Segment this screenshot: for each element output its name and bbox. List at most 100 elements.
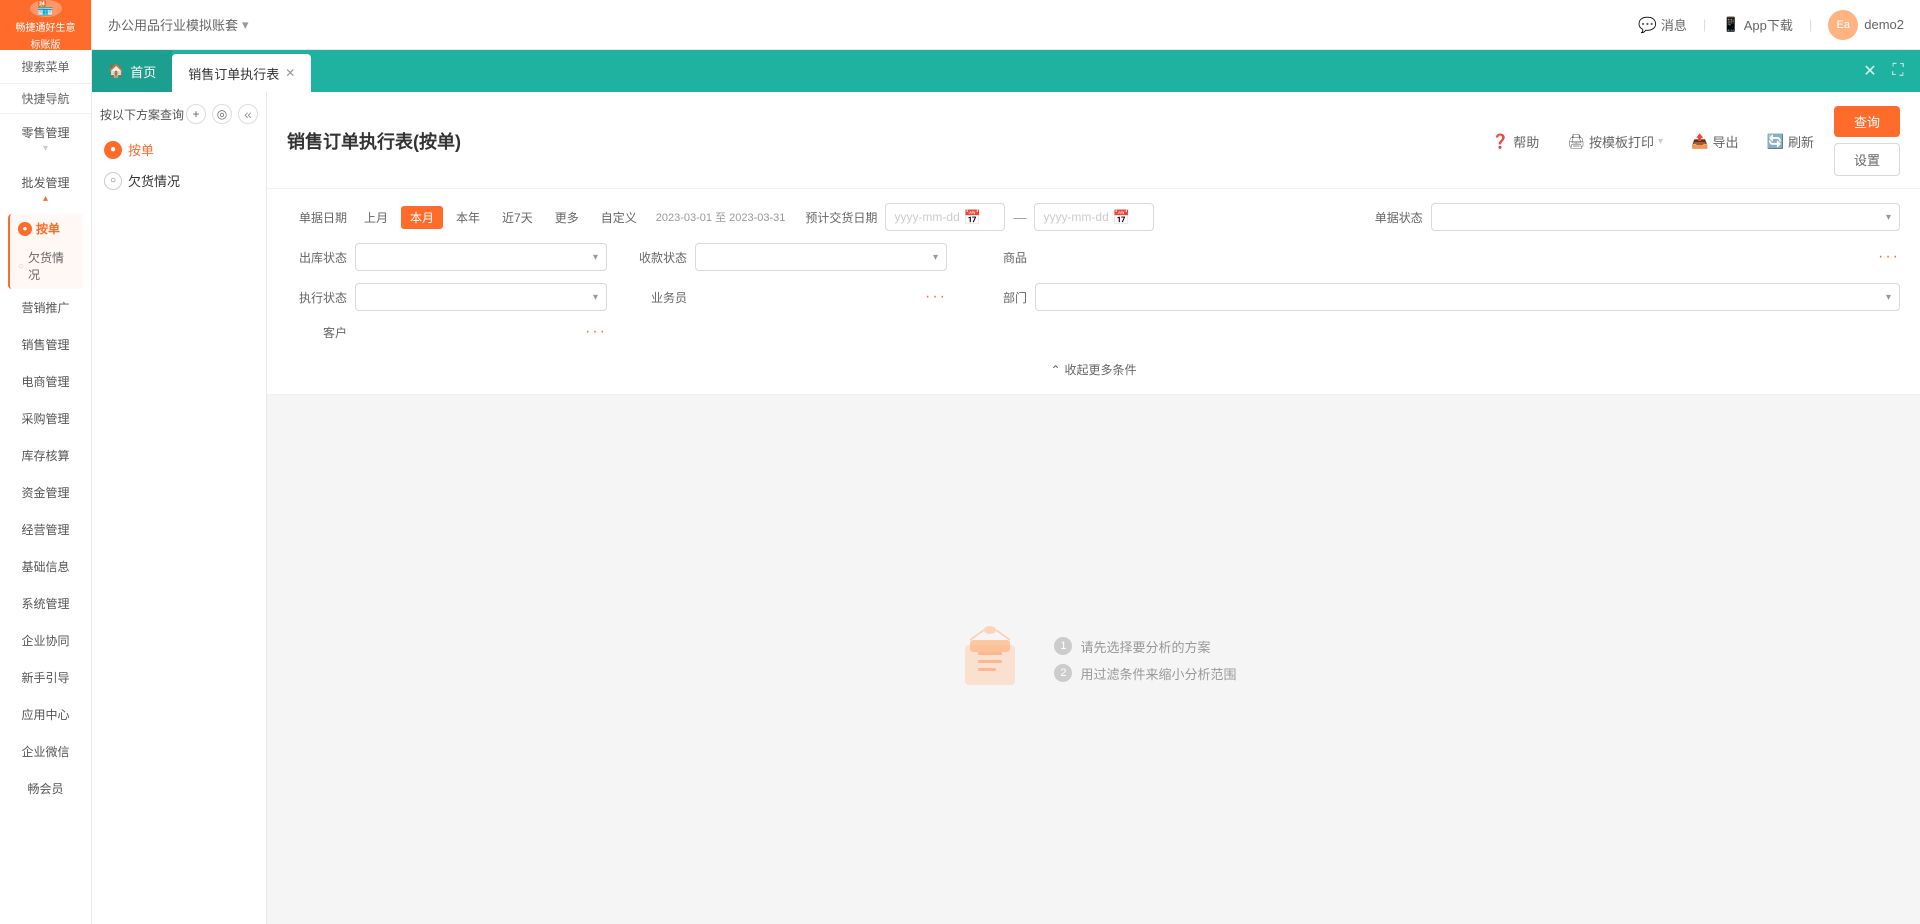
sub-item-order-icon: ● <box>18 222 32 236</box>
sidebar-item-appstore[interactable]: 应用中心 <box>0 696 91 733</box>
tab-sales-order[interactable]: 销售订单执行表 ✕ <box>172 54 311 92</box>
tab-close-button[interactable]: ✕ <box>285 66 295 80</box>
sidebar-item-sales[interactable]: 销售管理 <box>0 326 91 363</box>
wholesale-arrow: ▴ <box>43 193 48 204</box>
receipt-select[interactable]: ▾ <box>695 243 947 271</box>
sidebar-search[interactable]: 搜索菜单 <box>0 50 91 84</box>
sidebar-item-inventory[interactable]: 库存核算 <box>0 437 91 474</box>
tab-home[interactable]: 🏠 首页 <box>92 50 172 92</box>
filter-scheme-debt[interactable]: ○ 欠货情况 <box>100 165 258 196</box>
sub-item-debt[interactable]: ○ 欠货情况 <box>10 243 83 289</box>
status-select[interactable]: ▾ <box>1431 203 1900 231</box>
search-area: 单据日期 上月 本月 本年 近7天 更多 自定义 2023- <box>267 189 1920 395</box>
sidebar-quick-nav[interactable]: 快捷导航 <box>0 84 91 114</box>
date-tab-current-month[interactable]: 本月 <box>401 206 443 229</box>
ship-status-control: ▾ <box>355 243 607 271</box>
sidebar: 🏪 畅捷通好生意 标账版 搜索菜单 快捷导航 零售管理 ▾ 批发管理 ▴ ● 按… <box>0 0 92 924</box>
collapse-arrow: ⌃ <box>1050 363 1060 377</box>
sidebar-item-ecommerce[interactable]: 电商管理 <box>0 363 91 400</box>
sidebar-item-newbie[interactable]: 新手引导 <box>0 659 91 696</box>
expected-date-end[interactable]: yyyy-mm-dd 📅 <box>1034 203 1154 231</box>
filter-copy-button[interactable]: ◎ <box>212 104 232 124</box>
topbar-chevron[interactable]: ▾ <box>242 17 249 33</box>
date-tab-current-year[interactable]: 本年 <box>447 206 489 229</box>
logo-icon: 🏪 <box>30 0 62 17</box>
filter-collapse-button[interactable]: « <box>238 104 258 124</box>
sidebar-item-wechat[interactable]: 企业微信 <box>0 733 91 770</box>
topbar-user[interactable]: Ea demo2 <box>1828 10 1904 40</box>
sidebar-item-marketing[interactable]: 营销推广 <box>0 289 91 326</box>
sub-item-order[interactable]: ● 按单 <box>10 214 83 243</box>
exec-select[interactable]: ▾ <box>355 283 607 311</box>
print-button[interactable]: 🖨 按模板打印 ▾ <box>1559 128 1671 155</box>
topbar: 办公用品行业模拟账套 ▾ 💬 消息 | 📱 App下载 | Ea demo2 <box>92 0 1920 50</box>
exec-control: ▾ <box>355 283 607 311</box>
calendar-icon-1: 📅 <box>964 209 981 226</box>
data-area: 1 请先选择要分析的方案 2 用过滤条件来缩小分析范围 <box>267 395 1920 924</box>
expected-date-label: 预计交货日期 <box>805 209 877 226</box>
empty-tip-2: 2 用过滤条件来缩小分析范围 <box>1054 664 1236 683</box>
date-dash: — <box>1013 210 1026 225</box>
main-content: 办公用品行业模拟账套 ▾ 💬 消息 | 📱 App下载 | Ea demo2 <box>92 0 1920 924</box>
export-button[interactable]: 📤 导出 <box>1683 128 1746 155</box>
customer-more-btn[interactable]: ··· <box>585 323 607 341</box>
date-tab-more[interactable]: 更多 <box>546 206 588 229</box>
export-icon: 📤 <box>1691 133 1708 150</box>
page-header-actions: ❓ 帮助 🖨 按模板打印 ▾ 📤 导出 🔄 刷新 <box>1484 106 1900 176</box>
filter-scheme-order[interactable]: ● 按单 <box>100 134 258 165</box>
filter-add-button[interactable]: + <box>186 104 206 124</box>
sidebar-item-basic[interactable]: 基础信息 <box>0 548 91 585</box>
window-maximize-button[interactable]: ⛶ <box>1888 61 1908 81</box>
customer-label: 客户 <box>287 324 347 341</box>
retail-arrow: ▾ <box>43 143 48 154</box>
empty-state: 1 请先选择要分析的方案 2 用过滤条件来缩小分析范围 <box>950 620 1236 700</box>
sidebar-item-retail[interactable]: 零售管理 ▾ <box>0 114 91 164</box>
filter-panel-title: 按以下方案查询 <box>100 106 184 123</box>
date-placeholder-2: yyyy-mm-dd <box>1043 210 1108 224</box>
topbar-actions: 💬 消息 | 📱 App下载 | Ea demo2 <box>1638 10 1904 40</box>
topbar-app-download[interactable]: 📱 App下载 <box>1722 15 1793 34</box>
date-range-text: 2023-03-01 至 2023-03-31 <box>656 209 786 225</box>
filter-panel-actions: + ◎ « <box>186 104 258 124</box>
sidebar-item-system[interactable]: 系统管理 <box>0 585 91 622</box>
app-icon: 📱 <box>1722 16 1739 33</box>
exec-arrow: ▾ <box>593 292 598 303</box>
dept-label: 部门 <box>967 289 1027 306</box>
ship-status-select[interactable]: ▾ <box>355 243 607 271</box>
window-close-button[interactable]: ✕ <box>1860 61 1880 81</box>
goods-more-btn[interactable]: ··· <box>1878 248 1900 266</box>
topbar-message[interactable]: 💬 消息 <box>1638 15 1687 34</box>
search-row-3: 执行状态 ▾ 业务员 ··· <box>287 283 1900 311</box>
date-tab-custom[interactable]: 自定义 <box>592 206 646 229</box>
date-placeholder-1: yyyy-mm-dd <box>894 210 959 224</box>
tip-num-1: 1 <box>1054 637 1072 655</box>
status-select-arrow: ▾ <box>1886 212 1891 223</box>
date-tab-last-month[interactable]: 上月 <box>355 206 397 229</box>
expected-date-start[interactable]: yyyy-mm-dd 📅 <box>885 203 1005 231</box>
sidebar-item-operation[interactable]: 经营管理 <box>0 511 91 548</box>
topbar-title: 办公用品行业模拟账套 ▾ <box>108 15 249 34</box>
logo: 🏪 畅捷通好生意 标账版 <box>0 0 91 50</box>
settings-button[interactable]: 设置 <box>1834 143 1900 176</box>
sidebar-item-wholesale[interactable]: 批发管理 ▴ <box>0 164 91 214</box>
refresh-button[interactable]: 🔄 刷新 <box>1759 128 1822 155</box>
empty-tips: 1 请先选择要分析的方案 2 用过滤条件来缩小分析范围 <box>1054 637 1236 683</box>
tabbar: 🏠 首页 销售订单执行表 ✕ ✕ ⛶ <box>92 50 1920 92</box>
sidebar-item-finance[interactable]: 资金管理 <box>0 474 91 511</box>
salesman-more-btn[interactable]: ··· <box>925 288 947 306</box>
sidebar-item-enterprise[interactable]: 企业协同 <box>0 622 91 659</box>
wholesale-sub-items: ● 按单 ○ 欠货情况 <box>8 214 83 289</box>
sidebar-item-member[interactable]: 畅会员 <box>0 770 91 807</box>
field-receipt-status: 收款状态 ▾ <box>627 243 947 271</box>
page-content: 按以下方案查询 + ◎ « ● 按单 ○ 欠货情况 销售订单执行表(按单) <box>92 92 1920 924</box>
sidebar-item-purchase[interactable]: 采购管理 <box>0 400 91 437</box>
dept-select[interactable]: ▾ <box>1035 283 1900 311</box>
query-action-btns: 查询 设置 <box>1834 106 1900 176</box>
help-button[interactable]: ❓ 帮助 <box>1484 128 1547 155</box>
collapse-row[interactable]: ⌃ 收起更多条件 <box>287 353 1900 380</box>
field-salesman: 业务员 ··· <box>627 288 947 306</box>
date-tab-last7[interactable]: 近7天 <box>493 206 542 229</box>
date-label: 单据日期 <box>287 209 347 226</box>
filter-panel: 按以下方案查询 + ◎ « ● 按单 ○ 欠货情况 <box>92 92 267 924</box>
query-button[interactable]: 查询 <box>1834 106 1900 137</box>
